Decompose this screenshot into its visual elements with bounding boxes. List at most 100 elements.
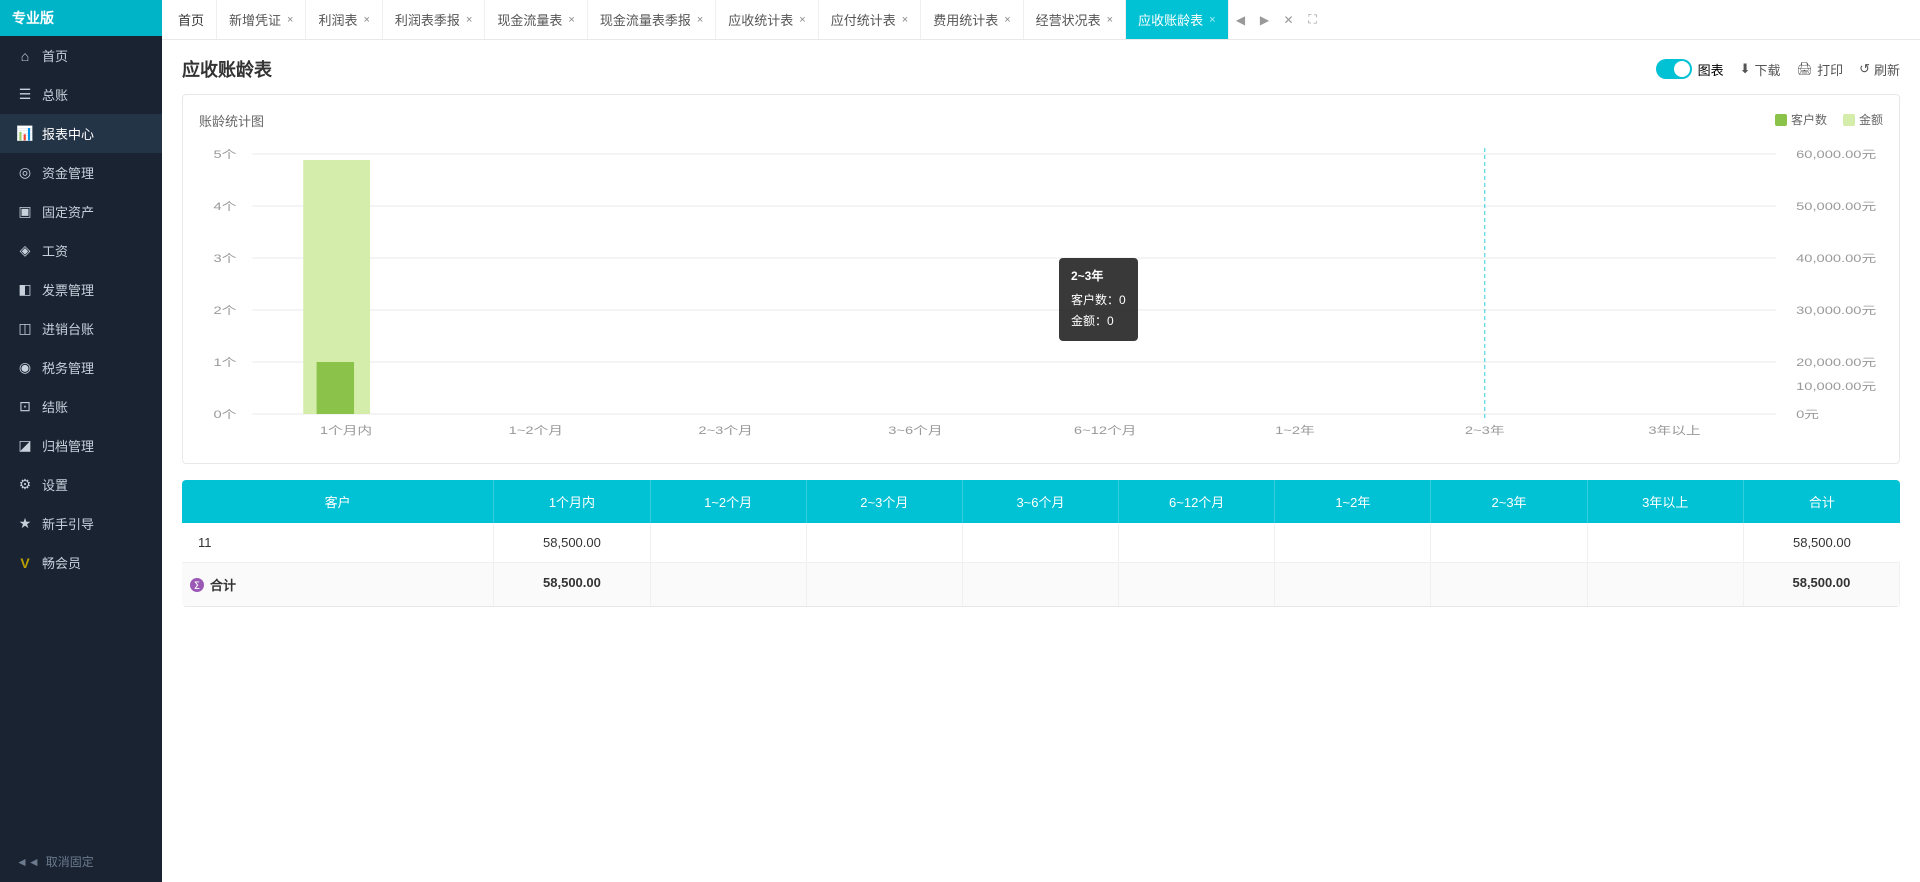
tab-profit-quarter[interactable]: 利润表季报 ×: [383, 0, 485, 40]
tab-cashflow-quarter-close[interactable]: ×: [697, 14, 703, 26]
sidebar-item-label: 资金管理: [42, 163, 94, 182]
table-footer: ∑ 合计 58,500.00 58,500.00: [182, 563, 1900, 607]
tab-expense-stat[interactable]: 费用统计表 ×: [921, 0, 1023, 40]
footer-year12: [1275, 563, 1431, 606]
download-button[interactable]: ⬇ 下载: [1740, 60, 1781, 79]
td-year23: [1431, 523, 1587, 562]
header-actions: 图表 ⬇ 下载 🖨 打印 ↺ 刷新: [1656, 59, 1900, 79]
th-total: 合计: [1744, 480, 1900, 523]
td-month1: 58,500.00: [494, 523, 650, 562]
footer-month1: 58,500.00: [494, 563, 650, 606]
legend-customer-count: 客户数: [1775, 111, 1827, 128]
chart-toggle[interactable]: 图表: [1656, 59, 1724, 79]
tab-aging-close[interactable]: ×: [1209, 14, 1215, 26]
print-icon: 🖨: [1797, 61, 1814, 77]
toggle-label: 图表: [1698, 60, 1724, 79]
footer-icon: ∑: [190, 578, 204, 592]
chart-legend: 客户数 金额: [1775, 111, 1883, 128]
svg-text:1个: 1个: [214, 356, 237, 369]
th-customer: 客户: [182, 480, 494, 523]
sidebar-item-label: 税务管理: [42, 358, 94, 377]
tab-payable-stat-close[interactable]: ×: [902, 14, 908, 26]
unpin-icon: ◄◄: [16, 855, 40, 869]
sidebar-item-asset[interactable]: ▣ 固定资产: [0, 192, 162, 231]
tab-profit-close[interactable]: ×: [363, 14, 369, 26]
sidebar-item-label: 畅会员: [42, 553, 81, 572]
svg-text:2~3年: 2~3年: [1465, 424, 1505, 437]
tab-home[interactable]: 首页: [166, 0, 217, 40]
sidebar-item-label: 报表中心: [42, 124, 94, 143]
tab-receivable-stat[interactable]: 应收统计表 ×: [716, 0, 818, 40]
tab-receivable-stat-label: 应收统计表: [728, 10, 793, 29]
tab-cashflow-close[interactable]: ×: [568, 14, 574, 26]
tab-voucher-close[interactable]: ×: [287, 14, 293, 26]
th-month1: 1个月内: [494, 480, 650, 523]
sidebar-item-ledger[interactable]: ☰ 总账: [0, 75, 162, 114]
sidebar-item-vip[interactable]: V 畅会员: [0, 543, 162, 582]
tab-next-button[interactable]: ▶: [1253, 8, 1277, 32]
td-year12: [1275, 523, 1431, 562]
tab-payable-stat[interactable]: 应付统计表 ×: [819, 0, 921, 40]
svg-text:2个: 2个: [214, 304, 237, 317]
tab-aging[interactable]: 应收账龄表 ×: [1126, 0, 1228, 40]
tab-biz-status-close[interactable]: ×: [1107, 14, 1113, 26]
th-month12: 1~2个月: [651, 480, 807, 523]
svg-text:6~12个月: 6~12个月: [1074, 424, 1136, 437]
legend-customer-label: 客户数: [1791, 111, 1827, 128]
footer-label-cell: ∑ 合计: [182, 563, 494, 606]
tab-cashflow-quarter[interactable]: 现金流量表季报 ×: [588, 0, 716, 40]
th-month36: 3~6个月: [963, 480, 1119, 523]
print-button[interactable]: 🖨 打印: [1797, 60, 1844, 79]
sidebar-item-fund[interactable]: ◎ 资金管理: [0, 153, 162, 192]
fund-icon: ◎: [16, 164, 34, 181]
svg-text:1~2年: 1~2年: [1275, 424, 1315, 437]
tab-voucher[interactable]: 新增凭证 ×: [217, 0, 306, 40]
legend-amount-color: [1843, 114, 1855, 126]
toggle-thumb: [1674, 61, 1690, 77]
sidebar-item-settle[interactable]: ⊡ 结账: [0, 387, 162, 426]
footer-year3plus: [1588, 563, 1744, 606]
tab-expand-button[interactable]: ⛶: [1301, 8, 1325, 32]
svg-text:3个: 3个: [214, 252, 237, 265]
tab-prev-button[interactable]: ◀: [1229, 8, 1253, 32]
sidebar-item-salary[interactable]: ◈ 工资: [0, 231, 162, 270]
tab-expense-stat-close[interactable]: ×: [1004, 14, 1010, 26]
svg-text:30,000.00元: 30,000.00元: [1796, 304, 1876, 317]
sidebar-item-reports[interactable]: 📊 报表中心: [0, 114, 162, 153]
refresh-button[interactable]: ↺ 刷新: [1859, 60, 1900, 79]
tab-profit-quarter-close[interactable]: ×: [466, 14, 472, 26]
svg-text:2~3个月: 2~3个月: [698, 424, 752, 437]
sidebar-item-tax[interactable]: ◉ 税务管理: [0, 348, 162, 387]
sidebar-item-purchase[interactable]: ◫ 进销台账: [0, 309, 162, 348]
sidebar-item-label: 固定资产: [42, 202, 94, 221]
settings-icon: ⚙: [16, 476, 34, 493]
footer-month12: [651, 563, 807, 606]
salary-icon: ◈: [16, 242, 34, 259]
tab-bar: 首页 新增凭证 × 利润表 × 利润表季报 × 现金流量表 × 现金流量表季报 …: [162, 0, 1920, 40]
reports-icon: 📊: [16, 125, 34, 142]
tab-close-all-button[interactable]: ✕: [1277, 8, 1301, 32]
tab-biz-status[interactable]: 经营状况表 ×: [1024, 0, 1126, 40]
sidebar: 专业版 ⌂ 首页 ☰ 总账 📊 报表中心 ◎ 资金管理 ▣ 固定资产 ◈ 工资 …: [0, 0, 162, 882]
svg-text:40,000.00元: 40,000.00元: [1796, 252, 1876, 265]
sidebar-item-invoice[interactable]: ◧ 发票管理: [0, 270, 162, 309]
tab-profit[interactable]: 利润表 ×: [306, 0, 382, 40]
asset-icon: ▣: [16, 203, 34, 220]
chart-title: 账龄统计图: [199, 111, 1883, 130]
legend-customer-color: [1775, 114, 1787, 126]
sidebar-item-archive[interactable]: ◪ 归档管理: [0, 426, 162, 465]
sidebar-item-guide[interactable]: ★ 新手引导: [0, 504, 162, 543]
td-month23: [807, 523, 963, 562]
download-icon: ⬇: [1740, 61, 1751, 77]
sidebar-item-settings[interactable]: ⚙ 设置: [0, 465, 162, 504]
tab-receivable-stat-close[interactable]: ×: [799, 14, 805, 26]
toggle-track[interactable]: [1656, 59, 1692, 79]
svg-text:1~2个月: 1~2个月: [509, 424, 563, 437]
tab-cashflow[interactable]: 现金流量表 ×: [485, 0, 587, 40]
td-month36: [963, 523, 1119, 562]
chart-area: 账龄统计图 客户数 金额 5个 4个 3个 2个 1个: [182, 94, 1900, 464]
th-month23: 2~3个月: [807, 480, 963, 523]
unpin-button[interactable]: ◄◄ 取消固定: [0, 841, 162, 882]
tab-aging-label: 应收账龄表: [1138, 10, 1203, 29]
sidebar-item-home[interactable]: ⌂ 首页: [0, 36, 162, 75]
